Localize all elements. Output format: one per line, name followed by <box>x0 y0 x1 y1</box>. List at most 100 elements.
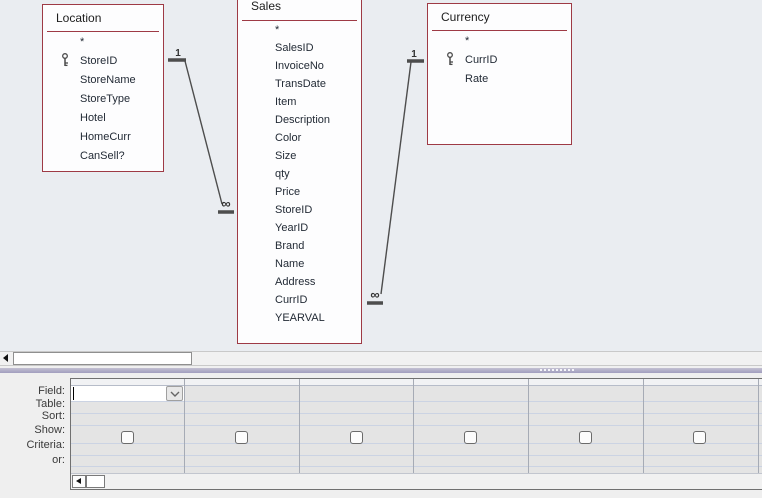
field-label: CurrID <box>465 54 498 66</box>
column-selector-strip[interactable] <box>71 379 762 386</box>
show-checkbox[interactable] <box>235 431 248 444</box>
field-item[interactable]: SalesID <box>238 38 361 56</box>
field-item[interactable]: Brand <box>238 236 361 254</box>
many-side-label: ∞ <box>370 287 379 302</box>
primary-key-icon <box>61 52 69 67</box>
access-query-design-view: Location * StoreID StoreName StoreType H… <box>0 0 762 498</box>
table-card-currency[interactable]: Currency * CurrID Rate <box>427 3 572 145</box>
grid-pane: Field: Table: Sort: Show: Criteria: or: <box>0 373 762 498</box>
column-divider <box>528 379 529 473</box>
field-item[interactable]: Description <box>238 110 361 128</box>
relationship-line[interactable] <box>184 60 223 205</box>
field-label: YEARVAL <box>275 312 325 324</box>
field-item[interactable]: CurrID <box>428 49 571 68</box>
show-checkbox[interactable] <box>350 431 363 444</box>
chevron-down-icon <box>170 391 179 397</box>
relationship-line[interactable] <box>380 61 412 295</box>
field-item[interactable]: Color <box>238 128 361 146</box>
table-title[interactable]: Currency <box>428 4 571 30</box>
field-item[interactable]: HomeCurr <box>43 126 163 145</box>
field-item[interactable]: Rate <box>428 68 571 87</box>
field-item[interactable]: Price <box>238 182 361 200</box>
field-label: Brand <box>275 240 305 252</box>
grid-row-label-or: or: <box>52 454 65 466</box>
field-label: StoreID <box>80 55 118 67</box>
field-item[interactable]: StoreID <box>238 200 361 218</box>
field-label: InvoiceNo <box>275 60 324 72</box>
field-label: Item <box>275 96 297 108</box>
scroll-left-icon <box>3 354 8 362</box>
grid-scrollbar-thumb[interactable] <box>86 475 105 488</box>
field-item[interactable]: TransDate <box>238 74 361 92</box>
field-item[interactable]: * <box>428 30 571 49</box>
field-label: SalesID <box>275 42 314 54</box>
row-divider <box>71 466 762 467</box>
field-item[interactable]: Item <box>238 92 361 110</box>
pane-splitter[interactable] <box>0 368 762 373</box>
field-item[interactable]: * <box>43 31 163 50</box>
table-title[interactable]: Sales <box>238 0 361 20</box>
one-side-label: 1 <box>175 48 181 59</box>
field-label: Rate <box>465 73 489 85</box>
grid-scroll-left-button[interactable] <box>72 475 86 488</box>
field-label: Size <box>275 150 297 162</box>
field-item[interactable]: InvoiceNo <box>238 56 361 74</box>
show-checkbox[interactable] <box>693 431 706 444</box>
diagram-hscrollbar[interactable] <box>0 351 762 366</box>
grid-hscrollbar[interactable] <box>71 473 762 489</box>
field-label: TransDate <box>275 78 326 90</box>
field-cell-active[interactable] <box>71 386 184 401</box>
table-pane[interactable]: Location * StoreID StoreName StoreType H… <box>0 0 762 351</box>
show-checkbox[interactable] <box>464 431 477 444</box>
one-side-label: 1 <box>411 49 417 60</box>
field-label: Color <box>275 132 302 144</box>
grid-row-label-criteria: Criteria: <box>26 439 65 451</box>
field-label: * <box>275 24 280 36</box>
field-item[interactable]: YEARVAL <box>238 308 361 326</box>
show-checkbox[interactable] <box>579 431 592 444</box>
scroll-left-icon <box>76 478 81 484</box>
field-label: * <box>465 35 470 47</box>
field-item[interactable]: Hotel <box>43 107 163 126</box>
show-checkbox[interactable] <box>121 431 134 444</box>
relationship-currency-sales: 1 ∞ <box>367 49 424 305</box>
field-label: * <box>80 36 85 48</box>
field-dropdown-button[interactable] <box>166 386 183 401</box>
field-label: StoreType <box>80 93 131 105</box>
splitter-grip-dots <box>540 369 574 371</box>
field-item[interactable]: StoreName <box>43 69 163 88</box>
field-label: Address <box>275 276 316 288</box>
field-item[interactable]: qty <box>238 164 361 182</box>
column-divider <box>643 379 644 473</box>
field-item[interactable]: * <box>238 20 361 38</box>
scroll-left-button[interactable] <box>0 352 13 365</box>
field-item[interactable]: Address <box>238 272 361 290</box>
field-item[interactable]: StoreID <box>43 50 163 69</box>
row-divider <box>71 443 762 444</box>
field-label: Hotel <box>80 112 106 124</box>
grid-row-label-field: Field: <box>38 385 65 397</box>
diagram-scrollbar-thumb[interactable] <box>13 352 192 365</box>
column-divider <box>184 379 185 473</box>
row-divider <box>71 413 762 414</box>
table-card-sales[interactable]: Sales * SalesID InvoiceNo TransDate Item… <box>237 0 362 344</box>
grid-row-label-show: Show: <box>34 424 65 436</box>
field-item[interactable]: CanSell? <box>43 145 163 164</box>
design-grid <box>70 378 762 490</box>
row-divider <box>71 425 762 426</box>
field-item[interactable]: CurrID <box>238 290 361 308</box>
table-title[interactable]: Location <box>43 5 163 31</box>
column-divider <box>758 379 759 473</box>
field-item[interactable]: Size <box>238 146 361 164</box>
field-item[interactable]: Name <box>238 254 361 272</box>
field-item[interactable]: StoreType <box>43 88 163 107</box>
field-label: CurrID <box>275 294 308 306</box>
field-label: YearID <box>275 222 309 234</box>
field-label: Description <box>275 114 331 126</box>
table-card-location[interactable]: Location * StoreID StoreName StoreType H… <box>42 4 164 172</box>
relationship-location-sales: 1 ∞ <box>168 48 234 214</box>
row-divider <box>71 455 762 456</box>
field-item[interactable]: YearID <box>238 218 361 236</box>
text-caret <box>73 387 74 400</box>
column-divider <box>299 379 300 473</box>
